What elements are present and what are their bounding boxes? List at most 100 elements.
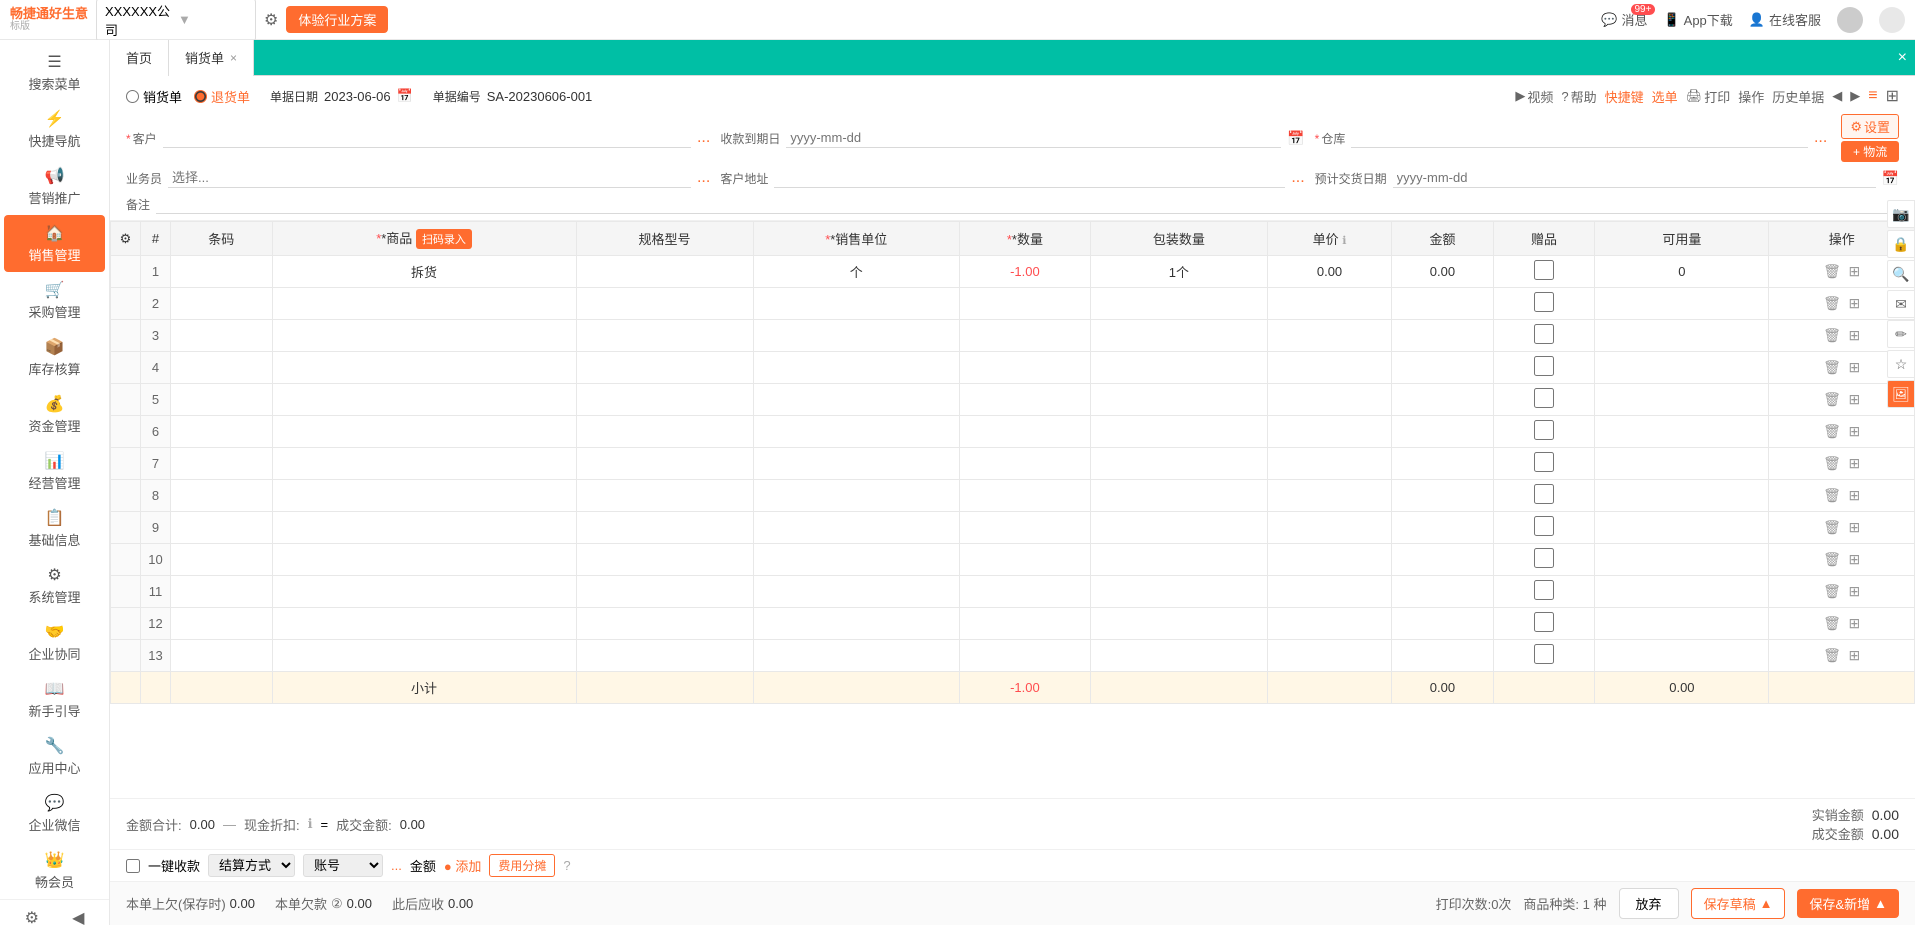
sidebar-item-business[interactable]: 📊 经营管理 (0, 443, 109, 500)
save-new-btn[interactable]: 保存&新增 ▲ (1797, 889, 1899, 918)
sidebar-item-guide[interactable]: 📖 新手引导 (0, 671, 109, 728)
delete-row-btn[interactable]: 🗑 (1821, 487, 1843, 504)
warehouse-dots[interactable]: ... (1814, 130, 1827, 146)
copy-row-btn[interactable]: ⊞ (1847, 455, 1863, 472)
sidebar-item-finance[interactable]: 💰 资金管理 (0, 386, 109, 443)
trial-btn[interactable]: 体验行业方案 (286, 6, 388, 33)
delete-row-btn[interactable]: 🗑 (1821, 263, 1843, 280)
delete-row-btn[interactable]: 🗑 (1821, 455, 1843, 472)
col-settings-icon[interactable]: ⚙ (120, 231, 132, 246)
float-orange-btn[interactable]: 🖼 (1887, 380, 1915, 408)
tab-close-icon[interactable]: × (230, 51, 237, 65)
scan-btn[interactable]: 扫码录入 (416, 229, 472, 249)
sidebar-item-marketing[interactable]: 📢 营销推广 (0, 158, 109, 215)
sidebar-item-sales[interactable]: 🏠 销售管理 (4, 215, 105, 272)
note-input[interactable] (156, 194, 1899, 214)
save-draft-btn[interactable]: 保存草稿 ▲ (1691, 888, 1786, 919)
float-mail-btn[interactable]: ✉ (1887, 290, 1915, 318)
toolbar-operate[interactable]: 操作 (1738, 87, 1764, 106)
tab-close-btn[interactable]: × (1898, 49, 1915, 67)
copy-row-btn[interactable]: ⊞ (1847, 295, 1863, 312)
amount-dots[interactable]: ... (391, 858, 402, 873)
salesperson-input[interactable] (168, 168, 691, 188)
sidebar-item-apps[interactable]: 🔧 应用中心 (0, 728, 109, 785)
expected-date-calendar-icon[interactable]: 📅 (1882, 170, 1899, 187)
copy-row-btn[interactable]: ⊞ (1847, 615, 1863, 632)
copy-row-btn[interactable]: ⊞ (1847, 487, 1863, 504)
avatar[interactable] (1837, 7, 1863, 33)
float-star-btn[interactable]: ☆ (1887, 350, 1915, 378)
sidebar-item-member[interactable]: 👑 畅会员 (0, 842, 109, 899)
sidebar-item-search[interactable]: ☰ 搜索菜单 (0, 44, 109, 101)
sidebar-item-basicinfo[interactable]: 📋 基础信息 (0, 500, 109, 557)
help-icon[interactable]: ? (563, 858, 570, 873)
delete-row-btn[interactable]: 🗑 (1821, 391, 1843, 408)
delete-row-btn[interactable]: 🗑 (1821, 519, 1843, 536)
delete-row-btn[interactable]: 🗑 (1821, 615, 1843, 632)
th-settings[interactable]: ⚙ (111, 222, 141, 256)
expected-date-input[interactable] (1393, 168, 1876, 188)
copy-row-btn[interactable]: ⊞ (1847, 359, 1863, 376)
toolbar-list-icon[interactable]: ≡ (1868, 87, 1877, 105)
avatar2[interactable] (1879, 7, 1905, 33)
copy-row-btn[interactable]: ⊞ (1847, 263, 1863, 280)
toolbar-history[interactable]: 历史单据 (1772, 87, 1824, 106)
due-date-calendar-icon[interactable]: 📅 (1287, 130, 1304, 147)
customer-address-input[interactable] (774, 168, 1285, 188)
delete-row-btn[interactable]: 🗑 (1821, 551, 1843, 568)
copy-row-btn[interactable]: ⊞ (1847, 519, 1863, 536)
sidebar-settings-icon[interactable]: ⚙ (25, 908, 39, 925)
window-close-icon[interactable]: × (1898, 49, 1907, 66)
float-search-btn[interactable]: 🔍 (1887, 260, 1915, 288)
copy-row-btn[interactable]: ⊞ (1847, 391, 1863, 408)
toolbar-prev-icon[interactable]: ◀ (1832, 88, 1842, 104)
add-btn[interactable]: ● 添加 (444, 856, 482, 875)
copy-row-btn[interactable]: ⊞ (1847, 647, 1863, 664)
toolbar-print[interactable]: 🖨 打印 (1686, 87, 1731, 106)
payment-account-select[interactable]: 账号 (303, 854, 383, 877)
toolbar-video[interactable]: ▶ 视频 (1515, 87, 1553, 106)
delete-row-btn[interactable]: 🗑 (1821, 295, 1843, 312)
sidebar-item-quicknav[interactable]: ⚡ 快捷导航 (0, 101, 109, 158)
toolbar-next-icon[interactable]: ▶ (1850, 88, 1860, 104)
radio-return[interactable]: 退货单 (194, 87, 250, 106)
calendar-icon[interactable]: 📅 (397, 88, 413, 104)
copy-row-btn[interactable]: ⊞ (1847, 423, 1863, 440)
delete-row-btn[interactable]: 🗑 (1821, 423, 1843, 440)
warehouse-input[interactable]: 建材仓 (1351, 128, 1808, 148)
sidebar-item-purchase[interactable]: 🛒 采购管理 (0, 272, 109, 329)
one-click-payment-checkbox[interactable] (126, 859, 140, 873)
discount-help-icon[interactable]: ℹ (308, 816, 313, 832)
app-download-btn[interactable]: 📱 App下载 (1663, 10, 1732, 29)
discard-btn[interactable]: 放弃 (1619, 888, 1679, 919)
delete-row-btn[interactable]: 🗑 (1821, 647, 1843, 664)
sidebar-collapse-icon[interactable]: ◀ (72, 908, 84, 925)
customer-address-dots[interactable]: ... (1291, 170, 1304, 186)
toolbar-grid-icon[interactable]: ⊞ (1886, 86, 1899, 106)
delete-row-btn[interactable]: 🗑 (1821, 359, 1843, 376)
gear-icon[interactable]: ⚙ (264, 10, 278, 30)
tab-home[interactable]: 首页 (110, 40, 169, 76)
salesperson-dots[interactable]: ... (697, 170, 710, 186)
customer-dots[interactable]: ... (697, 130, 710, 146)
toolbar-select[interactable]: 选单 (1652, 87, 1678, 106)
company-selector[interactable]: XXXXXX公司 ▼ (96, 0, 256, 42)
float-edit-btn[interactable]: ✏ (1887, 320, 1915, 348)
customer-input[interactable] (163, 128, 691, 148)
logistics-btn[interactable]: + 物流 (1841, 141, 1899, 162)
sidebar-item-inventory[interactable]: 📦 库存核算 (0, 329, 109, 386)
expense-btn[interactable]: 费用分摊 (489, 854, 555, 877)
sidebar-item-system[interactable]: ⚙ 系统管理 (0, 557, 109, 614)
copy-row-btn[interactable]: ⊞ (1847, 327, 1863, 344)
radio-sale[interactable]: 销货单 (126, 87, 182, 106)
copy-row-btn[interactable]: ⊞ (1847, 583, 1863, 600)
float-camera-btn[interactable]: 📷 (1887, 200, 1915, 228)
copy-row-btn[interactable]: ⊞ (1847, 551, 1863, 568)
toolbar-shortcut[interactable]: 快捷键 (1605, 87, 1644, 106)
payment-method-select[interactable]: 结算方式 (208, 854, 295, 877)
toolbar-help[interactable]: ? 帮助 (1561, 87, 1596, 106)
sidebar-item-wechat[interactable]: 💬 企业微信 (0, 785, 109, 842)
total-owed-help[interactable]: ② (331, 896, 343, 912)
setting-btn[interactable]: ⚙ 设置 (1841, 114, 1899, 139)
due-date-input[interactable] (786, 128, 1281, 148)
